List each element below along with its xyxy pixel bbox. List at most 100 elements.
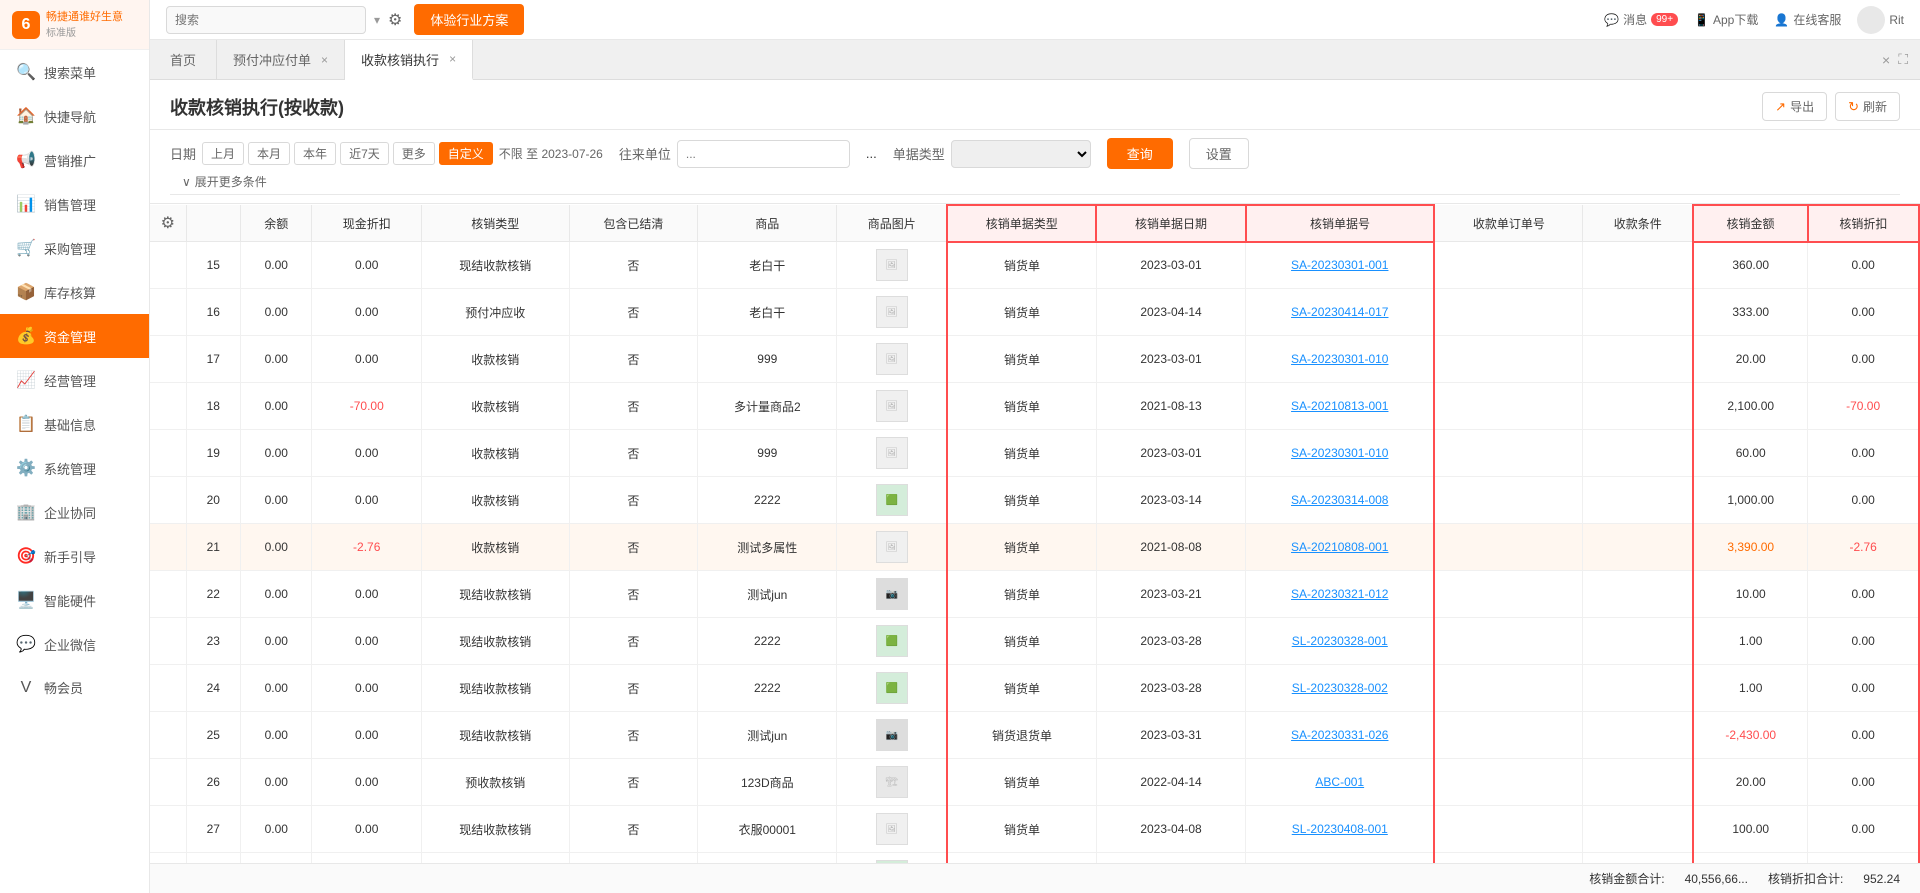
sidebar-item-operations[interactable]: 📈经营管理 [0, 358, 149, 402]
close-window-icon[interactable]: × [1882, 52, 1890, 68]
bill-no-link[interactable]: SA-20230414-017 [1291, 305, 1388, 319]
export-btn[interactable]: ↗ 导出 [1762, 92, 1827, 121]
cell-write-off-type: 预付冲应收 [422, 289, 570, 336]
gear-icon[interactable]: ⚙ [388, 10, 402, 30]
cell-include-cleared: 否 [569, 477, 698, 524]
bill-no-link[interactable]: SA-20210813-001 [1291, 399, 1388, 413]
sidebar-label-sales: 销售管理 [44, 195, 96, 214]
write-off-discount-value: 0.00 [1851, 822, 1874, 836]
bill-no-link[interactable]: SA-20230314-008 [1291, 493, 1388, 507]
dropdown-arrow-icon[interactable]: ▾ [374, 13, 380, 27]
sidebar-item-purchase[interactable]: 🛒采购管理 [0, 226, 149, 270]
industry-btn[interactable]: 体验行业方案 [414, 4, 524, 35]
message-action[interactable]: 💬 消息 99+ [1604, 11, 1678, 28]
cell-seq: 26 [186, 759, 241, 806]
table-row: 23 0.00 0.00 现结收款核销 否 2222 🟩 销货单 2023-03… [150, 618, 1919, 665]
cell-product: 衣服00001 [698, 806, 837, 853]
bill-no-link[interactable]: SL-20230328-001 [1292, 634, 1388, 648]
bill-no-link[interactable]: SL-20230408-001 [1292, 822, 1388, 836]
product-image-blank: 🖼 [876, 390, 908, 422]
cell-bill-date: 2023-03-01 [1096, 336, 1245, 383]
cell-write-off-discount: 0.00 [1808, 759, 1919, 806]
cell-seq: 21 [186, 524, 241, 571]
cell-seq: 16 [186, 289, 241, 336]
app-download-action[interactable]: 📱 App下载 [1694, 11, 1758, 28]
tab-prepay[interactable]: 预付冲应付单 × [217, 40, 345, 79]
sidebar-item-search[interactable]: 🔍搜索菜单 [0, 50, 149, 94]
query-btn[interactable]: 查询 [1107, 138, 1173, 169]
bill-no-link[interactable]: ABC-001 [1315, 775, 1364, 789]
maximize-icon[interactable]: ⛶ [1898, 51, 1908, 68]
cell-bill-report-type: 销货单 [947, 618, 1096, 665]
sidebar-item-inventory[interactable]: 📦库存核算 [0, 270, 149, 314]
column-settings-icon[interactable]: ⚙ [161, 215, 175, 232]
cell-settings [150, 336, 186, 383]
bill-no-link[interactable]: SA-20210808-001 [1291, 540, 1388, 554]
sidebar-item-hardware[interactable]: 🖥️智能硬件 [0, 578, 149, 622]
bill-no-link[interactable]: SA-20230301-001 [1291, 258, 1388, 272]
date-btn-more[interactable]: 更多 [393, 142, 435, 165]
sidebar-item-wechat[interactable]: 💬企业微信 [0, 622, 149, 666]
write-off-discount-value: 0.00 [1851, 634, 1874, 648]
cell-cash-discount: 0.00 [312, 289, 422, 336]
th-write-off-amount: 核销金额 [1693, 205, 1808, 242]
cell-bill-no: SA-20230314-008 [1246, 477, 1435, 524]
partner-input[interactable] [677, 140, 850, 168]
refresh-btn[interactable]: ↻ 刷新 [1835, 92, 1900, 121]
bill-no-link[interactable]: SA-20230331-026 [1291, 728, 1388, 742]
bill-no-link[interactable]: SA-20230301-010 [1291, 446, 1388, 460]
sidebar-label-quicknav: 快捷导航 [44, 107, 96, 126]
online-service-action[interactable]: 👤 在线客服 [1774, 11, 1841, 28]
cell-seq: 28 [186, 853, 241, 864]
sidebar-item-finance[interactable]: 💰资金管理 [0, 314, 149, 358]
cell-bill-date: 2023-03-14 [1096, 477, 1245, 524]
hardware-icon: 🖥️ [16, 590, 36, 610]
bill-no-link[interactable]: SA-20230321-012 [1291, 587, 1388, 601]
sidebar-item-member[interactable]: V畅会员 [0, 666, 149, 709]
sidebar-item-quicknav[interactable]: 🏠快捷导航 [0, 94, 149, 138]
cash-discount-value: 0.00 [355, 681, 378, 695]
cash-discount-value: -2.76 [353, 540, 380, 554]
cell-bill-date: 2022-04-14 [1096, 759, 1245, 806]
sales-icon: 📊 [16, 194, 36, 214]
bill-no-link[interactable]: SA-20230301-010 [1291, 352, 1388, 366]
cell-settings [150, 242, 186, 289]
sidebar-item-marketing[interactable]: 📢营销推广 [0, 138, 149, 182]
sidebar-item-sales[interactable]: 📊 销售管理 [0, 182, 149, 226]
sidebar-item-basic[interactable]: 📋基础信息 [0, 402, 149, 446]
page-actions: ↗ 导出 ↻ 刷新 [1762, 92, 1900, 121]
write-off-amount-value: 360.00 [1732, 258, 1769, 272]
write-off-amount-value: 2,100.00 [1727, 399, 1774, 413]
user-action[interactable]: Rit [1857, 6, 1904, 34]
write-off-discount-value: 0.00 [1851, 728, 1874, 742]
cell-bill-no: SA-20230331-026 [1246, 712, 1435, 759]
cell-bill-report-type: 销货单 [947, 242, 1096, 289]
sidebar-label-guide: 新手引导 [44, 547, 96, 566]
cell-write-off-discount: 0.00 [1808, 242, 1919, 289]
sidebar-item-enterprise[interactable]: 🏢企业协同 [0, 490, 149, 534]
page-header: 收款核销执行(按收款) ↗ 导出 ↻ 刷新 [150, 80, 1920, 130]
bill-no-link[interactable]: SL-20230328-002 [1292, 681, 1388, 695]
cell-seq: 19 [186, 430, 241, 477]
sidebar-label-purchase: 采购管理 [44, 239, 96, 258]
operations-icon: 📈 [16, 370, 36, 390]
date-btn-this-month[interactable]: 本月 [248, 142, 290, 165]
bill-type-select[interactable] [951, 140, 1091, 168]
date-btn-7days[interactable]: 近7天 [340, 142, 389, 165]
tab-home[interactable]: 首页 [150, 40, 217, 79]
sidebar-item-guide[interactable]: 🎯新手引导 [0, 534, 149, 578]
cell-cash-discount: 0.00 [312, 618, 422, 665]
product-image: 🏗 [876, 766, 908, 798]
tab-receipt-close-icon[interactable]: × [449, 52, 456, 66]
expand-conditions-btn[interactable]: ∨ 展开更多条件 [170, 169, 1900, 195]
date-btn-last-month[interactable]: 上月 [202, 142, 244, 165]
filter-setting-btn[interactable]: 设置 [1189, 138, 1249, 169]
tab-receipt[interactable]: 收款核销执行 × [345, 40, 473, 80]
sidebar-item-system[interactable]: ⚙️系统管理 [0, 446, 149, 490]
cash-discount-value: 0.00 [355, 634, 378, 648]
tab-prepay-close-icon[interactable]: × [321, 53, 328, 67]
date-btn-custom[interactable]: 自定义 [439, 142, 493, 165]
search-input[interactable] [166, 6, 366, 34]
date-btn-this-year[interactable]: 本年 [294, 142, 336, 165]
cell-receipt-order-no [1434, 336, 1582, 383]
